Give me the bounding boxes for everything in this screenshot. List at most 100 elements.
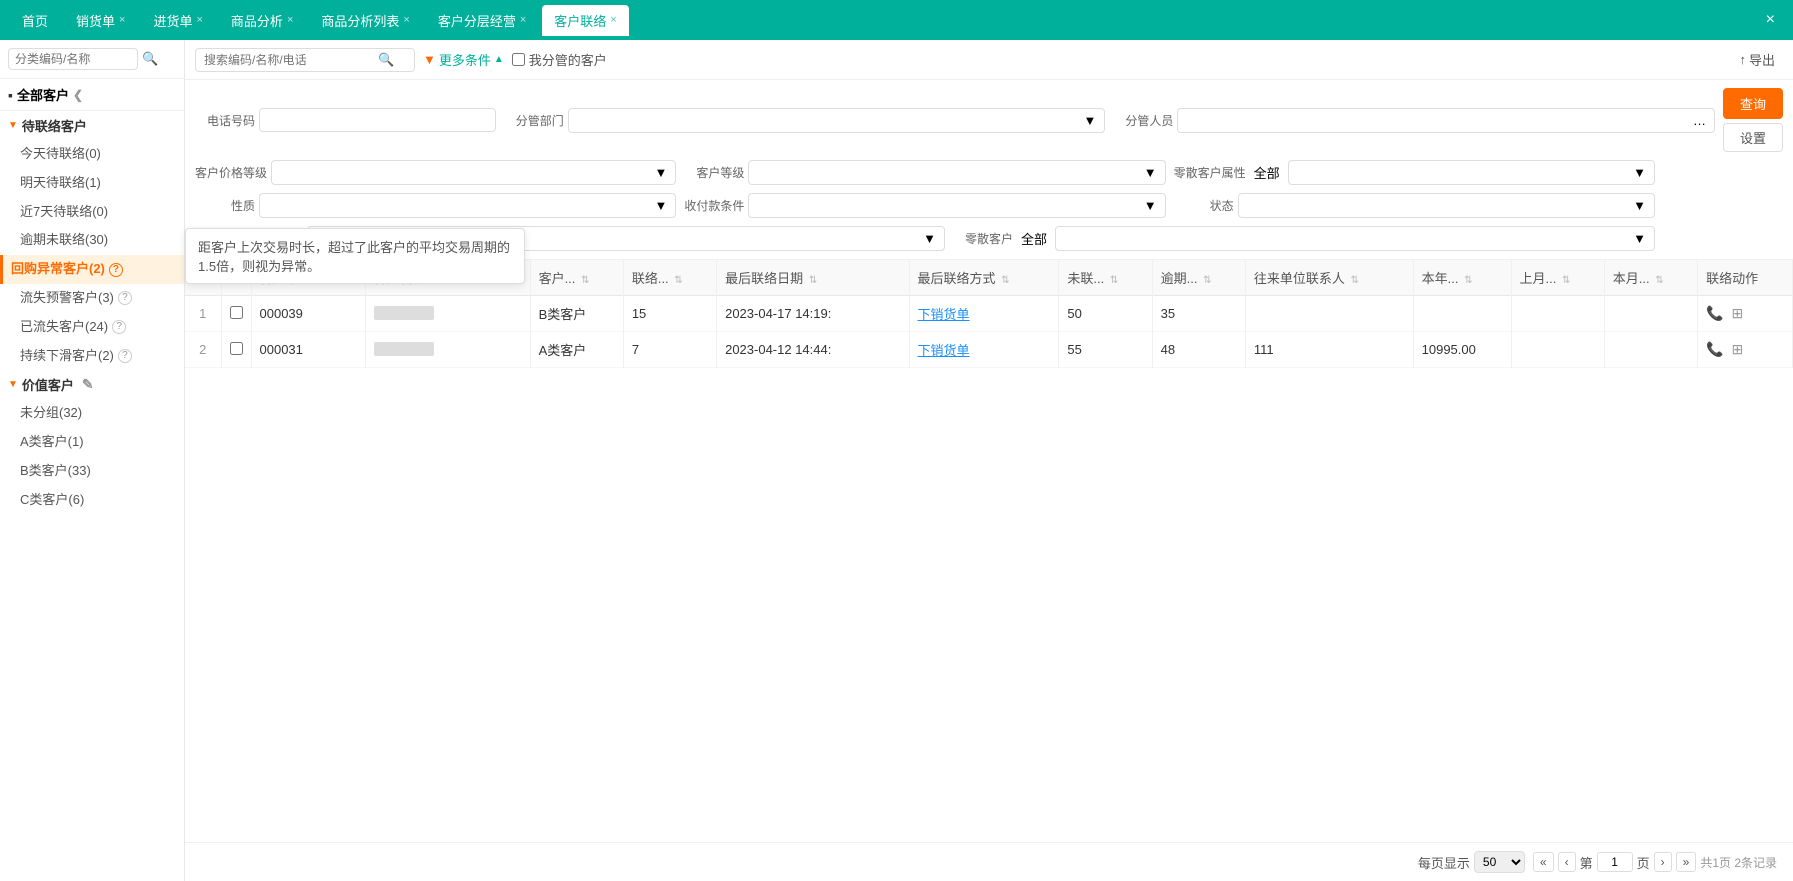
prev-page-btn[interactable]: ‹ bbox=[1558, 852, 1576, 872]
row2-grid-icon[interactable]: ⊞ bbox=[1732, 341, 1744, 358]
sidebar-search-input[interactable] bbox=[8, 48, 138, 70]
sidebar-item-abnormal[interactable]: 回购异常客户(2) ? bbox=[0, 255, 184, 284]
row1-name: ​ bbox=[365, 296, 530, 332]
filter-field-customer-grade: 客户等级 ▼ bbox=[684, 160, 1165, 185]
nav-item-customer-contact[interactable]: 客户联络 × bbox=[542, 5, 628, 36]
nav-close-customer-mgmt[interactable]: × bbox=[520, 14, 526, 26]
col-date-sort[interactable]: ⇅ bbox=[809, 275, 817, 286]
nav-item-purchase[interactable]: 进货单 × bbox=[141, 5, 214, 36]
loss-warning-info-icon[interactable]: ? bbox=[118, 291, 132, 305]
nav-item-analysis-list[interactable]: 商品分析列表 × bbox=[309, 5, 421, 36]
sidebar-value-edit-icon[interactable]: ✎ bbox=[82, 376, 94, 393]
price-grade-select[interactable]: ▼ bbox=[271, 160, 676, 185]
col-this-month-label: 本月... bbox=[1613, 271, 1650, 286]
nav-close-customer-contact[interactable]: × bbox=[610, 14, 616, 26]
nav-item-analysis[interactable]: 商品分析 × bbox=[219, 5, 305, 36]
payment-select[interactable]: ▼ bbox=[748, 193, 1165, 218]
sidebar-all-customers-label: 全部客户 bbox=[17, 85, 69, 104]
sidebar-search-icon[interactable]: 🔍 bbox=[142, 51, 158, 67]
sidebar-item-today[interactable]: 今天待联络(0) bbox=[0, 140, 184, 169]
col-actions-label: 联络动作 bbox=[1706, 271, 1758, 286]
col-type-sort[interactable]: ⇅ bbox=[581, 275, 589, 286]
row2-checkbox[interactable] bbox=[230, 342, 243, 355]
col-last-date: 最后联络日期 ⇅ bbox=[717, 260, 909, 296]
filter-search-input[interactable] bbox=[204, 53, 374, 67]
last-page-btn[interactable]: » bbox=[1676, 852, 1697, 872]
sidebar-ungrouped-label: 未分组(32) bbox=[20, 405, 82, 420]
row1-checkbox[interactable] bbox=[230, 306, 243, 319]
row1-last-method[interactable]: 下销货单 bbox=[909, 296, 1059, 332]
sidebar-all-customers[interactable]: ▪ 全部客户 ❮ bbox=[0, 79, 184, 111]
query-button[interactable]: 查询 bbox=[1723, 88, 1783, 119]
next-page-btn[interactable]: › bbox=[1654, 852, 1672, 872]
nav-item-customer-mgmt[interactable]: 客户分层经营 × bbox=[426, 5, 538, 36]
filter-field-gender: 性质 ▼ bbox=[195, 193, 676, 218]
sidebar-item-ungrouped[interactable]: 未分组(32) bbox=[0, 399, 184, 428]
sidebar-loss-warning-label: 流失预警客户(3) bbox=[20, 288, 114, 309]
lost-info-icon[interactable]: ? bbox=[112, 320, 126, 334]
row2-name-blurred: ​ bbox=[374, 342, 434, 356]
sidebar-item-7days[interactable]: 近7天待联络(0) bbox=[0, 198, 184, 227]
sidebar-item-b-class[interactable]: B类客户(33) bbox=[0, 457, 184, 486]
sidebar-item-overdue[interactable]: 逾期未联络(30) bbox=[0, 226, 184, 255]
col-last-date-label: 最后联络日期 bbox=[725, 271, 803, 286]
filter-icon: ▼ bbox=[423, 52, 436, 67]
retail-customer-select[interactable]: ▼ bbox=[1055, 226, 1655, 251]
col-last-month: 上月... ⇅ bbox=[1511, 260, 1604, 296]
sidebar-item-tomorrow[interactable]: 明天待联络(1) bbox=[0, 169, 184, 198]
nav-close-purchase[interactable]: × bbox=[196, 14, 202, 26]
sidebar-item-loss-warning[interactable]: 流失预警客户(3) ? bbox=[0, 284, 184, 313]
sidebar: 🔍 ▪ 全部客户 ❮ ▼ 待联络客户 今天待联络(0) 明天待联络(1) 近7天… bbox=[0, 40, 185, 881]
window-close-button[interactable]: × bbox=[1758, 7, 1783, 33]
customer-grade-select[interactable]: ▼ bbox=[748, 160, 1165, 185]
filter-search-icon[interactable]: 🔍 bbox=[378, 52, 394, 68]
more-conditions-btn[interactable]: ▼ 更多条件 ▲ bbox=[423, 50, 504, 69]
col-overdue-sort[interactable]: ⇅ bbox=[1203, 275, 1211, 286]
export-button[interactable]: ↑ 导出 bbox=[1731, 46, 1783, 73]
col-this-month-sort[interactable]: ⇅ bbox=[1655, 275, 1663, 286]
sidebar-value-group[interactable]: ▼ 价值客户 ✎ bbox=[0, 370, 184, 399]
col-unit-contact: 往来单位联系人 ⇅ bbox=[1245, 260, 1413, 296]
row1-seq: 1 bbox=[185, 296, 221, 332]
col-method-sort[interactable]: ⇅ bbox=[1001, 275, 1009, 286]
sidebar-item-c-class[interactable]: C类客户(6) bbox=[0, 486, 184, 515]
sidebar-collapse-icon[interactable]: ❮ bbox=[73, 88, 83, 102]
col-last-month-sort[interactable]: ⇅ bbox=[1562, 275, 1570, 286]
per-page-select[interactable]: 50 20 100 bbox=[1474, 851, 1525, 873]
row2-last-method[interactable]: 下销货单 bbox=[909, 332, 1059, 368]
row1-grid-icon[interactable]: ⊞ bbox=[1732, 305, 1744, 322]
nav-item-sales[interactable]: 销货单 × bbox=[64, 5, 137, 36]
col-year-sort[interactable]: ⇅ bbox=[1464, 275, 1472, 286]
row2-method-link[interactable]: 下销货单 bbox=[918, 343, 970, 358]
nav-close-sales[interactable]: × bbox=[119, 14, 125, 26]
retail-attr-select[interactable]: ▼ bbox=[1288, 160, 1655, 185]
col-contact-sort[interactable]: ⇅ bbox=[674, 275, 682, 286]
dept-select[interactable]: ▼ bbox=[568, 108, 1106, 133]
col-no-contact-sort[interactable]: ⇅ bbox=[1110, 275, 1118, 286]
first-page-btn[interactable]: « bbox=[1533, 852, 1554, 872]
phone-input[interactable] bbox=[259, 108, 496, 132]
manager-select[interactable]: … bbox=[1177, 108, 1715, 133]
col-contact-count: 联络... ⇅ bbox=[623, 260, 716, 296]
filter-row-1: 电话号码 分管部门 ▼ 分管人员 … bbox=[195, 88, 1783, 152]
row2-phone-icon[interactable]: 📞 bbox=[1706, 341, 1723, 358]
col-unit-sort[interactable]: ⇅ bbox=[1351, 275, 1359, 286]
sidebar-item-a-class[interactable]: A类客户(1) bbox=[0, 428, 184, 457]
nav-item-home[interactable]: 首页 bbox=[10, 5, 60, 36]
row1-last-date: 2023-04-17 14:19: bbox=[717, 296, 909, 332]
declining-info-icon[interactable]: ? bbox=[118, 349, 132, 363]
my-customers-checkbox[interactable] bbox=[512, 53, 525, 66]
gender-select[interactable]: ▼ bbox=[259, 193, 676, 218]
filter-buttons: 查询 设置 bbox=[1723, 88, 1783, 152]
status-select[interactable]: ▼ bbox=[1238, 193, 1655, 218]
nav-close-analysis[interactable]: × bbox=[287, 14, 293, 26]
sidebar-item-declining[interactable]: 持续下滑客户(2) ? bbox=[0, 342, 184, 371]
page-input[interactable] bbox=[1597, 852, 1633, 872]
nav-close-analysis-list[interactable]: × bbox=[403, 14, 409, 26]
row1-phone-icon[interactable]: 📞 bbox=[1706, 305, 1723, 322]
row1-method-link[interactable]: 下销货单 bbox=[918, 307, 970, 322]
abnormal-info-icon[interactable]: ? bbox=[109, 263, 123, 277]
sidebar-item-lost[interactable]: 已流失客户(24) ? bbox=[0, 313, 184, 342]
sidebar-pending-group[interactable]: ▼ 待联络客户 bbox=[0, 111, 184, 140]
settings-button[interactable]: 设置 bbox=[1723, 123, 1783, 152]
